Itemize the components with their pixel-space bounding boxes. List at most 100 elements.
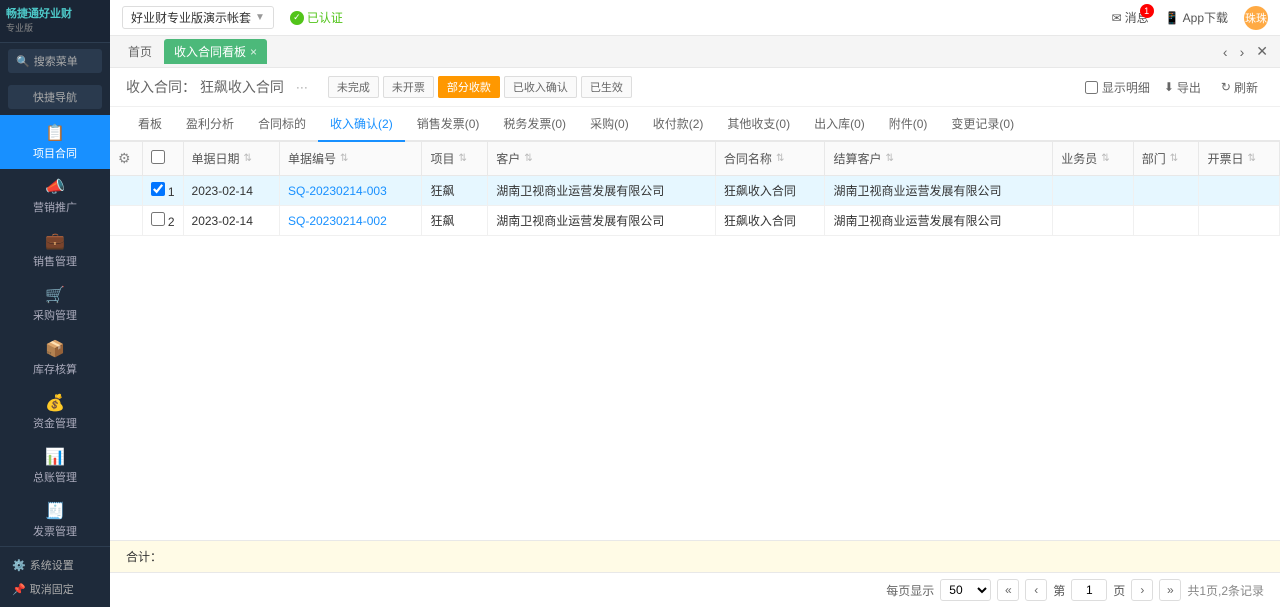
sidebar-label-marketing: 营销推广 bbox=[33, 199, 77, 215]
sidebar-bottom-系统设置[interactable]: ⚙️系统设置 bbox=[6, 553, 104, 577]
search-icon: 🔍 bbox=[16, 55, 30, 68]
th-date[interactable]: 单据日期⇅ bbox=[183, 142, 279, 176]
select-all-checkbox[interactable] bbox=[151, 150, 165, 164]
app-download-button[interactable]: 📱 App下载 bbox=[1165, 9, 1228, 26]
sub-tab-income_confirm[interactable]: 收入确认(2) bbox=[318, 107, 405, 142]
sidebar-item-project[interactable]: 📋项目合同 bbox=[0, 115, 110, 169]
page-input[interactable] bbox=[1071, 579, 1107, 601]
sort-icon: ⇅ bbox=[1101, 153, 1109, 164]
row-1-order_no[interactable]: SQ-20230214-002 bbox=[280, 206, 422, 236]
first-page-button[interactable]: « bbox=[997, 579, 1019, 601]
row-checkbox-1[interactable] bbox=[151, 212, 165, 226]
sort-icon: ⇅ bbox=[776, 153, 784, 164]
th-salesman[interactable]: 业务员⇅ bbox=[1053, 142, 1134, 176]
sidebar-item-sales[interactable]: 💼 销售管理 bbox=[0, 223, 110, 277]
row-0-date: 2023-02-14 bbox=[183, 176, 279, 206]
sidebar-icon-finance: 💰 bbox=[45, 393, 65, 413]
sub-tab-outbound[interactable]: 出入库(0) bbox=[802, 107, 877, 142]
home-tab[interactable]: 首页 bbox=[118, 39, 162, 64]
tab-next-button[interactable]: › bbox=[1236, 42, 1249, 62]
sidebar-item-invoice[interactable]: 🧾发票管理 bbox=[0, 493, 110, 546]
refresh-icon: ↻ bbox=[1221, 80, 1231, 94]
next-page-button[interactable]: › bbox=[1131, 579, 1153, 601]
user-avatar[interactable]: 珠珠 bbox=[1244, 6, 1268, 30]
tab-prev-button[interactable]: ‹ bbox=[1219, 42, 1232, 62]
app-icon: 📱 bbox=[1165, 11, 1180, 25]
table-row[interactable]: 12023-02-14SQ-20230214-003狂飙湖南卫视商业运营发展有限… bbox=[110, 176, 1280, 206]
row-0-department bbox=[1133, 176, 1199, 206]
sub-tab-profit[interactable]: 盈利分析 bbox=[174, 107, 246, 142]
per-page-select[interactable]: 2050100 bbox=[940, 579, 991, 601]
show-detail-input[interactable] bbox=[1085, 81, 1098, 94]
th-department[interactable]: 部门⇅ bbox=[1133, 142, 1199, 176]
company-dropdown-icon: ▼ bbox=[255, 12, 265, 23]
company-selector[interactable]: 好业财专业版演示帐套 ▼ bbox=[122, 6, 274, 29]
prev-page-button[interactable]: ‹ bbox=[1025, 579, 1047, 601]
export-button[interactable]: ⬇ 导出 bbox=[1158, 77, 1207, 98]
status-tag-uncomplete[interactable]: 未完成 bbox=[328, 76, 379, 98]
status-tag-confirmed[interactable]: 已收入确认 bbox=[504, 76, 577, 98]
sidebar-icon-sales: 💼 bbox=[45, 231, 65, 251]
status-tag-partial[interactable]: 部分收款 bbox=[438, 76, 500, 98]
sub-tab-contract_std[interactable]: 合同标的 bbox=[246, 107, 318, 142]
row-1-num: 2 bbox=[142, 206, 183, 236]
contract-more-button[interactable]: ··· bbox=[292, 80, 312, 94]
close-tab-icon[interactable]: × bbox=[250, 45, 257, 59]
total-row: 合计： bbox=[110, 540, 1280, 572]
message-icon: ✉ bbox=[1112, 11, 1122, 25]
th-order_no[interactable]: 单据编号⇅ bbox=[280, 142, 422, 176]
sub-tab-attachments[interactable]: 附件(0) bbox=[877, 107, 940, 142]
order-link-0[interactable]: SQ-20230214-003 bbox=[288, 184, 387, 198]
th-contract_name[interactable]: 合同名称⇅ bbox=[715, 142, 825, 176]
last-page-button[interactable]: » bbox=[1159, 579, 1181, 601]
message-button[interactable]: ✉ 消息 1 bbox=[1112, 9, 1149, 26]
settings-icon[interactable]: ⚙ bbox=[118, 150, 131, 166]
row-0-salesman bbox=[1053, 176, 1134, 206]
sub-tab-purchase[interactable]: 采购(0) bbox=[578, 107, 641, 142]
sort-icon: ⇅ bbox=[1170, 153, 1178, 164]
sort-icon: ⇅ bbox=[458, 153, 466, 164]
th-project[interactable]: 项目⇅ bbox=[422, 142, 488, 176]
th-num bbox=[142, 142, 183, 176]
row-0-order_no[interactable]: SQ-20230214-003 bbox=[280, 176, 422, 206]
sub-tab-kanban[interactable]: 看板 bbox=[126, 107, 174, 142]
order-link-1[interactable]: SQ-20230214-002 bbox=[288, 214, 387, 228]
show-detail-checkbox[interactable]: 显示明细 bbox=[1085, 79, 1150, 96]
sub-tab-change_log[interactable]: 变更记录(0) bbox=[939, 107, 1026, 142]
sidebar-item-general[interactable]: 📊总账管理 bbox=[0, 439, 110, 493]
sidebar-icon-invoice: 🧾 bbox=[45, 501, 65, 521]
sort-icon: ⇅ bbox=[524, 153, 532, 164]
status-tag-effective[interactable]: 已生效 bbox=[581, 76, 632, 98]
sub-tab-other_income[interactable]: 其他收支(0) bbox=[715, 107, 802, 142]
app-logo-sub: 专业版 bbox=[6, 21, 72, 34]
search-menu-button[interactable]: 🔍 搜索菜单 bbox=[8, 49, 102, 73]
sort-icon: ⇅ bbox=[886, 153, 894, 164]
sub-tab-tax_invoice[interactable]: 税务发票(0) bbox=[491, 107, 578, 142]
sidebar-item-purchase[interactable]: 🛒采购管理 bbox=[0, 277, 110, 331]
sidebar-icon-project: 📋 bbox=[45, 123, 65, 143]
row-1-customer: 湖南卫视商业运营发展有限公司 bbox=[488, 206, 716, 236]
sidebar-item-finance[interactable]: 💰资金管理 bbox=[0, 385, 110, 439]
sort-icon: ⇅ bbox=[1247, 153, 1255, 164]
row-checkbox-0[interactable] bbox=[151, 182, 165, 196]
sub-tab-payment[interactable]: 收付款(2) bbox=[641, 107, 716, 142]
th-settle_customer[interactable]: 结算客户⇅ bbox=[825, 142, 1053, 176]
quick-nav-button[interactable]: 快捷导航 bbox=[8, 85, 102, 109]
row-0-settle_customer: 湖南卫视商业运营发展有限公司 bbox=[825, 176, 1053, 206]
sidebar-item-inventory[interactable]: 📦库存核算 bbox=[0, 331, 110, 385]
sub-tab-sales_invoice[interactable]: 销售发票(0) bbox=[405, 107, 492, 142]
table-row[interactable]: 22023-02-14SQ-20230214-002狂飙湖南卫视商业运营发展有限… bbox=[110, 206, 1280, 236]
sort-icon: ⇅ bbox=[340, 153, 348, 164]
tab-close-all-button[interactable]: ✕ bbox=[1252, 41, 1272, 62]
tabbar: 首页 收入合同看板 × ‹ › ✕ bbox=[110, 36, 1280, 68]
sidebar-nav-list: 📋项目合同📣营销推广 💼 销售管理 🛒采购管理📦库存核算💰资金管理📊总账管理🧾发票管理… bbox=[0, 115, 110, 546]
status-tag-uninvoiced[interactable]: 未开票 bbox=[383, 76, 434, 98]
th-open_date[interactable]: 开票日⇅ bbox=[1199, 142, 1280, 176]
refresh-button[interactable]: ↻ 刷新 bbox=[1215, 77, 1264, 98]
th-customer[interactable]: 客户⇅ bbox=[488, 142, 716, 176]
main-area: 好业财专业版演示帐套 ▼ ✓ 已认证 ✉ 消息 1 📱 App下载 珠珠 首页 bbox=[110, 0, 1280, 607]
sidebar-item-marketing[interactable]: 📣营销推广 bbox=[0, 169, 110, 223]
sidebar-bottom-取消固定[interactable]: 📌取消固定 bbox=[6, 577, 104, 601]
sidebar-label-sales: 销售管理 bbox=[33, 253, 77, 269]
income-contract-tab[interactable]: 收入合同看板 × bbox=[164, 39, 267, 64]
